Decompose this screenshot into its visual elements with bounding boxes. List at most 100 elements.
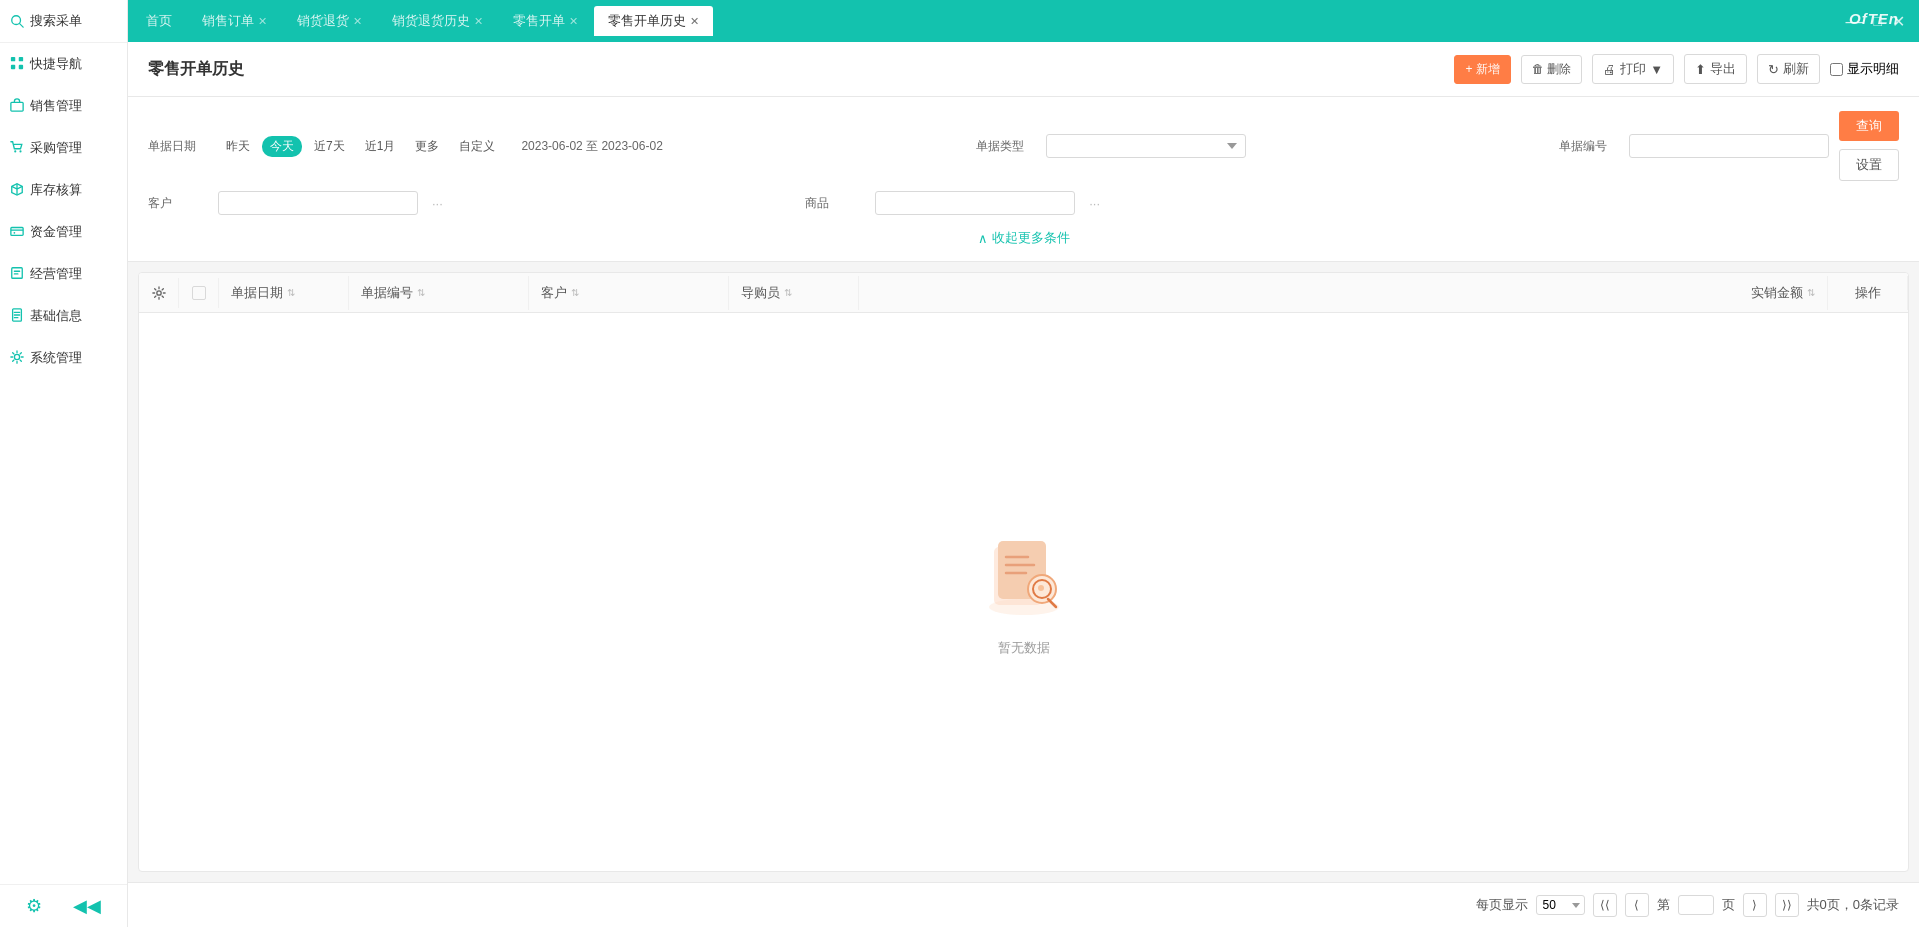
th-check[interactable]	[179, 278, 219, 308]
svg-rect-9	[11, 227, 23, 235]
date-btn-more[interactable]: 更多	[407, 136, 447, 157]
sidebar-item-base-info[interactable]: 基础信息	[0, 295, 127, 337]
th-no[interactable]: 单据编号 ⇅	[349, 276, 529, 310]
tab-home[interactable]: 首页	[132, 6, 186, 36]
pagination: 每页显示 50 20 100 ⟨⟨ ⟨ 第 1 页 ⟩ ⟩⟩ 共0页，0条记录	[128, 882, 1919, 927]
tab-close-sales-return-history[interactable]: ✕	[474, 15, 483, 28]
sidebar-item-label: 系统管理	[30, 349, 82, 367]
table-header: 单据日期 ⇅ 单据编号 ⇅ 客户 ⇅ 导购员 ⇅ 实销金额 ⇅	[139, 273, 1908, 313]
date-btn-today[interactable]: 今天	[262, 136, 302, 157]
svg-point-8	[19, 150, 21, 152]
add-button[interactable]: + 新增	[1454, 55, 1510, 84]
type-filter-label: 单据类型	[976, 138, 1036, 155]
sort-date-icon[interactable]: ⇅	[287, 287, 295, 298]
tab-close-retail-open-history[interactable]: ✕	[690, 15, 699, 28]
sidebar-item-system[interactable]: 系统管理	[0, 337, 127, 379]
tab-close-retail-open[interactable]: ✕	[569, 15, 578, 28]
sidebar-search[interactable]: 搜索采单	[0, 0, 127, 43]
toolbar: + 新增 🗑 删除 🖨 打印 ▼ ⬆ 导出 ↻ 刷新 显示明细	[1454, 54, 1899, 96]
inventory-icon	[10, 182, 24, 199]
page-prev-button[interactable]: ⟨	[1625, 893, 1649, 917]
svg-rect-2	[11, 56, 15, 60]
type-filter-select[interactable]	[1046, 134, 1246, 158]
sort-no-icon[interactable]: ⇅	[417, 287, 425, 298]
display-detail-checkbox[interactable]	[1830, 63, 1843, 76]
column-settings-icon	[152, 286, 166, 300]
sidebar-item-operations[interactable]: 经营管理	[0, 253, 127, 295]
print-button[interactable]: 🖨 打印 ▼	[1592, 54, 1674, 84]
page-size-label: 每页显示	[1476, 896, 1528, 914]
sidebar-item-quick-nav[interactable]: 快捷导航	[0, 43, 127, 85]
page-label-2: 页	[1722, 896, 1735, 914]
date-btn-7days[interactable]: 近7天	[306, 136, 353, 157]
sort-amount-icon[interactable]: ⇅	[1807, 287, 1815, 298]
page-number-input[interactable]: 1	[1678, 895, 1714, 915]
print-dropdown-icon: ▼	[1650, 62, 1663, 77]
th-date[interactable]: 单据日期 ⇅	[219, 276, 349, 310]
sidebar-item-sales-mgmt[interactable]: 销售管理	[0, 85, 127, 127]
date-btn-yesterday[interactable]: 昨天	[218, 136, 258, 157]
sidebar-item-finance[interactable]: 资金管理	[0, 211, 127, 253]
print-label: 打印	[1620, 60, 1646, 78]
page-size-select[interactable]: 50 20 100	[1536, 895, 1585, 915]
display-detail-toggle[interactable]: 显示明细	[1830, 60, 1899, 78]
date-btn-1month[interactable]: 近1月	[357, 136, 404, 157]
refresh-button[interactable]: ↻ 刷新	[1757, 54, 1820, 84]
query-button[interactable]: 查询	[1839, 111, 1899, 141]
date-range-display: 2023-06-02 至 2023-06-02	[521, 138, 662, 155]
delete-button[interactable]: 🗑 删除	[1521, 55, 1582, 84]
svg-point-13	[14, 354, 19, 359]
collapse-label: 收起更多条件	[992, 229, 1070, 247]
svg-rect-11	[12, 267, 23, 278]
th-amount-label: 实销金额	[1751, 284, 1803, 302]
th-amount[interactable]: 实销金额 ⇅	[859, 276, 1828, 310]
tab-sales-return-history[interactable]: 销货退货历史 ✕	[378, 6, 497, 36]
goods-filter-dots[interactable]: ···	[1089, 196, 1100, 211]
sidebar-item-purchase-mgmt[interactable]: 采购管理	[0, 127, 127, 169]
page-next-button[interactable]: ⟩	[1743, 893, 1767, 917]
goods-filter-input[interactable]	[875, 191, 1075, 215]
filter-row-2: 客户 ··· 商品 ···	[148, 191, 1899, 215]
page-first-button[interactable]: ⟨⟨	[1593, 893, 1617, 917]
sidebar-item-label: 采购管理	[30, 139, 82, 157]
sidebar-item-label: 快捷导航	[30, 55, 82, 73]
sidebar-item-label: 经营管理	[30, 265, 82, 283]
customer-filter-input[interactable]	[218, 191, 418, 215]
display-detail-label: 显示明细	[1847, 60, 1899, 78]
tab-retail-open-history[interactable]: 零售开单历史 ✕	[594, 6, 713, 36]
sort-guide-icon[interactable]: ⇅	[784, 287, 792, 298]
page-label: 第	[1657, 896, 1670, 914]
collapse-button[interactable]: ∧ 收起更多条件	[978, 229, 1070, 247]
th-gear[interactable]	[139, 278, 179, 308]
tab-sales-order[interactable]: 销售订单 ✕	[188, 6, 281, 36]
tab-retail-open[interactable]: 零售开单 ✕	[499, 6, 592, 36]
table-area: 单据日期 ⇅ 单据编号 ⇅ 客户 ⇅ 导购员 ⇅ 实销金额 ⇅	[138, 272, 1909, 872]
tab-close-sales-order[interactable]: ✕	[258, 15, 267, 28]
sort-customer-icon[interactable]: ⇅	[571, 287, 579, 298]
settings-footer-icon[interactable]: ⚙	[26, 895, 42, 917]
select-all-checkbox[interactable]	[192, 286, 206, 300]
export-button[interactable]: ⬆ 导出	[1684, 54, 1747, 84]
sidebar-search-label: 搜索采单	[30, 12, 82, 30]
no-filter-input[interactable]	[1629, 134, 1829, 158]
sidebar-item-inventory[interactable]: 库存核算	[0, 169, 127, 211]
th-guide[interactable]: 导购员 ⇅	[729, 276, 859, 310]
sidebar-item-label: 资金管理	[30, 223, 82, 241]
th-customer[interactable]: 客户 ⇅	[529, 276, 729, 310]
customer-filter-dots[interactable]: ···	[432, 196, 443, 211]
page-title: 零售开单历史	[148, 59, 244, 92]
content-area: 零售开单历史 + 新增 🗑 删除 🖨 打印 ▼ ⬆ 导出 ↻ 刷新	[128, 42, 1919, 927]
collapse-sidebar-icon[interactable]: ◀◀	[73, 895, 101, 917]
quick-nav-icon	[10, 56, 24, 73]
main-content: 首页 销售订单 ✕ 销货退货 ✕ 销货退货历史 ✕ 零售开单 ✕ 零售开单历史 …	[128, 0, 1919, 927]
page-last-button[interactable]: ⟩⟩	[1775, 893, 1799, 917]
date-btn-custom[interactable]: 自定义	[451, 136, 503, 157]
page-total: 共0页，0条记录	[1807, 896, 1899, 914]
svg-point-21	[1038, 585, 1044, 591]
settings-button[interactable]: 设置	[1839, 149, 1899, 181]
tab-sales-return[interactable]: 销货退货 ✕	[283, 6, 376, 36]
svg-point-14	[156, 290, 160, 294]
svg-rect-6	[11, 102, 23, 111]
tab-close-sales-return[interactable]: ✕	[353, 15, 362, 28]
app-name: OfTEn	[1849, 10, 1899, 27]
